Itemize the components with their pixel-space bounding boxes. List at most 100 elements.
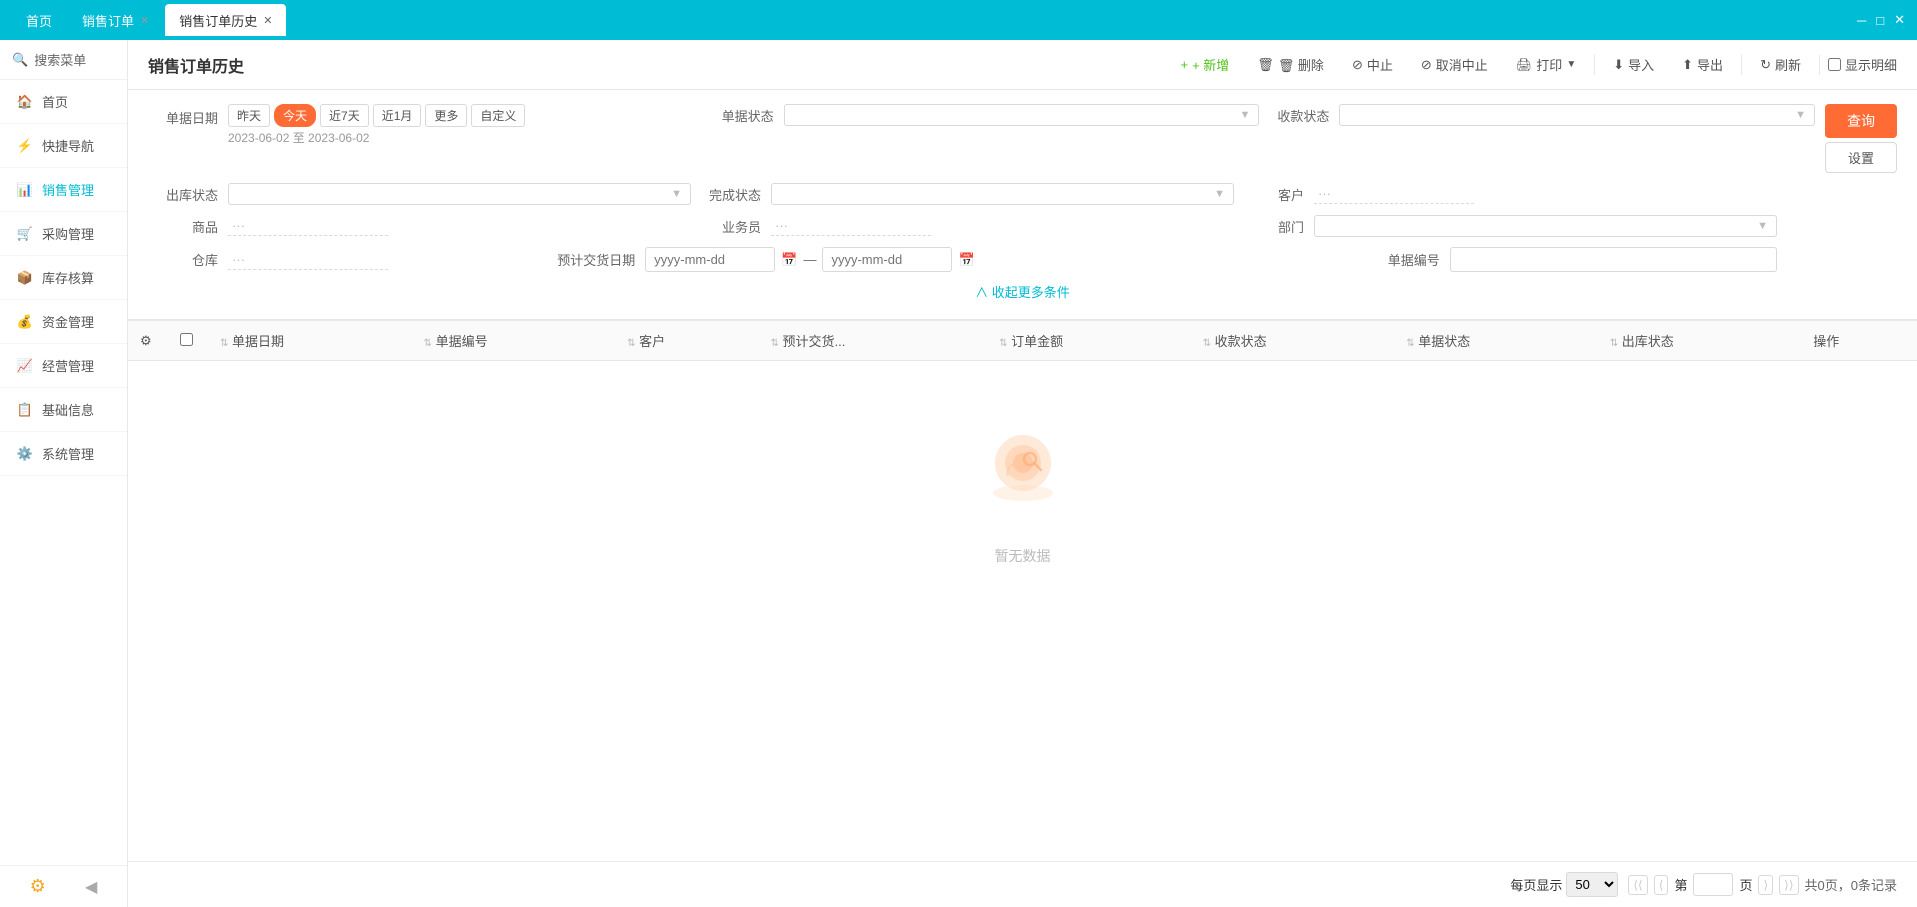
query-set-group: 查询 设置 bbox=[1825, 104, 1897, 173]
system-icon: ⚙️ bbox=[16, 445, 34, 463]
order-status-select[interactable]: ▼ bbox=[784, 104, 1260, 126]
sidebar-item-system[interactable]: ⚙️ 系统管理 bbox=[0, 432, 127, 476]
customer-label: 客户 bbox=[1234, 185, 1314, 204]
query-button[interactable]: 查询 bbox=[1825, 104, 1897, 138]
sidebar-item-quicknav[interactable]: ⚡ 快捷导航 bbox=[0, 124, 127, 168]
delivery-date-from[interactable] bbox=[645, 247, 775, 272]
date-filter: 昨天 今天 近7天 近1月 更多 自定义 2023-06-02 至 2023-0… bbox=[228, 104, 525, 146]
search-icon: 🔍 bbox=[12, 52, 28, 68]
date-btn-1month[interactable]: 近1月 bbox=[373, 104, 422, 127]
completion-status-arrow: ▼ bbox=[1214, 188, 1225, 200]
customer-input[interactable]: ··· bbox=[1314, 184, 1474, 204]
outbound-status-arrow: ▼ bbox=[671, 188, 682, 200]
show-detail-checkbox[interactable] bbox=[1828, 58, 1841, 71]
collapse-sidebar-icon[interactable]: ◀ bbox=[85, 877, 97, 897]
sidebar-item-sales[interactable]: 📊 销售管理 bbox=[0, 168, 127, 212]
sort-customer-icon[interactable]: ⇅ bbox=[627, 338, 635, 349]
close-tab-history[interactable]: ✕ bbox=[263, 14, 272, 27]
sort-order-status-icon[interactable]: ⇅ bbox=[1406, 338, 1414, 349]
sidebar-item-inventory[interactable]: 📦 库存核算 bbox=[0, 256, 127, 300]
settings-bottom-icon[interactable]: ⚙ bbox=[30, 876, 46, 897]
window-controls: ─ □ ✕ bbox=[1857, 12, 1905, 28]
tab-sales-order-history[interactable]: 销售订单历史 ✕ bbox=[165, 4, 286, 36]
sort-date-icon[interactable]: ⇅ bbox=[220, 338, 228, 349]
sort-out-status-icon[interactable]: ⇅ bbox=[1610, 338, 1618, 349]
prev-page-btn[interactable]: ⟨ bbox=[1654, 875, 1669, 895]
sidebar-search[interactable]: 🔍 搜索菜单 bbox=[0, 40, 127, 80]
order-status-label: 单据状态 bbox=[704, 106, 784, 125]
tab-home[interactable]: 首页 bbox=[12, 4, 66, 36]
close-btn[interactable]: ✕ bbox=[1894, 12, 1905, 28]
tab-sales-order[interactable]: 销售订单 ✕ bbox=[68, 4, 163, 36]
top-tabs: 首页 销售订单 ✕ 销售订单历史 ✕ bbox=[12, 0, 286, 40]
calendar-from-icon[interactable]: 📅 bbox=[781, 252, 797, 268]
maximize-btn[interactable]: □ bbox=[1876, 13, 1884, 28]
page-number-input[interactable]: 1 bbox=[1693, 873, 1733, 896]
show-detail-checkbox-label[interactable]: 显示明细 bbox=[1828, 55, 1897, 74]
sort-no-icon[interactable]: ⇅ bbox=[424, 338, 432, 349]
calendar-to-icon[interactable]: 📅 bbox=[958, 252, 974, 268]
last-page-btn[interactable]: ⟩⟩ bbox=[1779, 875, 1798, 895]
import-button[interactable]: ⬇ 导入 bbox=[1603, 50, 1664, 79]
stop-button[interactable]: ⊘ 中止 bbox=[1342, 50, 1403, 79]
table-settings-icon[interactable]: ⚙ bbox=[140, 333, 152, 348]
refresh-icon: ↻ bbox=[1760, 57, 1771, 73]
payment-status-select[interactable]: ▼ bbox=[1339, 104, 1815, 126]
payment-status-arrow: ▼ bbox=[1795, 109, 1806, 121]
col-settings: ⚙ bbox=[128, 321, 168, 361]
sort-pay-status-icon[interactable]: ⇅ bbox=[1203, 338, 1211, 349]
setting-button[interactable]: 设置 bbox=[1825, 142, 1897, 173]
collapse-filter-btn[interactable]: ∧ 收起更多条件 bbox=[148, 278, 1897, 305]
salesperson-input[interactable]: ··· bbox=[771, 216, 931, 236]
first-page-btn[interactable]: ⟨⟨ bbox=[1628, 875, 1647, 895]
page-title: 销售订单历史 bbox=[148, 53, 244, 77]
toolbar-divider-1 bbox=[1594, 55, 1595, 75]
refresh-button[interactable]: ↻ 刷新 bbox=[1750, 50, 1811, 79]
close-tab-sales[interactable]: ✕ bbox=[140, 14, 149, 27]
export-button[interactable]: ⬆ 导出 bbox=[1672, 50, 1733, 79]
delivery-date-group: 📅 — 📅 bbox=[645, 247, 974, 272]
col-order-status: ⇅ 单据状态 bbox=[1394, 321, 1598, 361]
new-button[interactable]: + + 新增 bbox=[1170, 50, 1239, 79]
col-operation: 操作 bbox=[1801, 321, 1917, 361]
sidebar-item-base[interactable]: 📋 基础信息 bbox=[0, 388, 127, 432]
print-button[interactable]: 🖨 打印 ▼ bbox=[1506, 50, 1586, 79]
sidebar-item-home[interactable]: 🏠 首页 bbox=[0, 80, 127, 124]
outbound-status-label: 出库状态 bbox=[148, 185, 228, 204]
delete-button[interactable]: 🗑 🗑 删除 bbox=[1247, 50, 1334, 79]
table-footer: 每页显示 20 50 100 ⟨⟨ ⟨ 第 1 页 ⟩ ⟩⟩ 共0页，0条记录 bbox=[128, 861, 1917, 907]
order-no-input[interactable] bbox=[1450, 247, 1777, 272]
date-btn-yesterday[interactable]: 昨天 bbox=[228, 104, 270, 127]
select-all-checkbox[interactable] bbox=[180, 333, 193, 346]
export-icon: ⬆ bbox=[1682, 57, 1693, 73]
next-page-btn[interactable]: ⟩ bbox=[1758, 875, 1773, 895]
minimize-btn[interactable]: ─ bbox=[1857, 13, 1866, 28]
outbound-status-select[interactable]: ▼ bbox=[228, 183, 691, 205]
warehouse-input[interactable]: ··· bbox=[228, 250, 388, 270]
sidebar-item-operations[interactable]: 📈 经营管理 bbox=[0, 344, 127, 388]
date-btn-custom[interactable]: 自定义 bbox=[471, 104, 525, 127]
completion-status-select[interactable]: ▼ bbox=[771, 183, 1234, 205]
sort-delivery-icon[interactable]: ⇅ bbox=[771, 338, 779, 349]
top-bar: 首页 销售订单 ✕ 销售订单历史 ✕ ─ □ ✕ bbox=[0, 0, 1917, 40]
department-label: 部门 bbox=[1234, 217, 1314, 236]
toolbar-divider-3 bbox=[1819, 55, 1820, 75]
sidebar-item-purchase[interactable]: 🛒 采购管理 bbox=[0, 212, 127, 256]
product-input[interactable]: ··· bbox=[228, 216, 388, 236]
department-select[interactable]: ▼ bbox=[1314, 215, 1777, 237]
sidebar-item-finance[interactable]: 💰 资金管理 bbox=[0, 300, 127, 344]
delivery-date-to[interactable] bbox=[822, 247, 952, 272]
toolbar-divider-2 bbox=[1741, 55, 1742, 75]
salesperson-label: 业务员 bbox=[691, 217, 771, 236]
operations-icon: 📈 bbox=[16, 357, 34, 375]
date-btn-today[interactable]: 今天 bbox=[274, 104, 316, 127]
date-btn-more[interactable]: 更多 bbox=[425, 104, 467, 127]
col-delivery: ⇅ 预计交货... bbox=[759, 321, 988, 361]
sort-amount-icon[interactable]: ⇅ bbox=[999, 338, 1007, 349]
filter-area: 单据日期 昨天 今天 近7天 近1月 更多 自定义 2023-06-02 至 2… bbox=[128, 90, 1917, 320]
date-btn-7days[interactable]: 近7天 bbox=[320, 104, 369, 127]
import-icon: ⬇ bbox=[1613, 57, 1624, 73]
cancel-stop-button[interactable]: ⊘ 取消中止 bbox=[1411, 50, 1498, 79]
table-wrapper: ⚙ ⇅ 单据日期 ⇅ 单据编号 bbox=[128, 320, 1917, 861]
page-size-select-input[interactable]: 20 50 100 bbox=[1566, 872, 1618, 897]
